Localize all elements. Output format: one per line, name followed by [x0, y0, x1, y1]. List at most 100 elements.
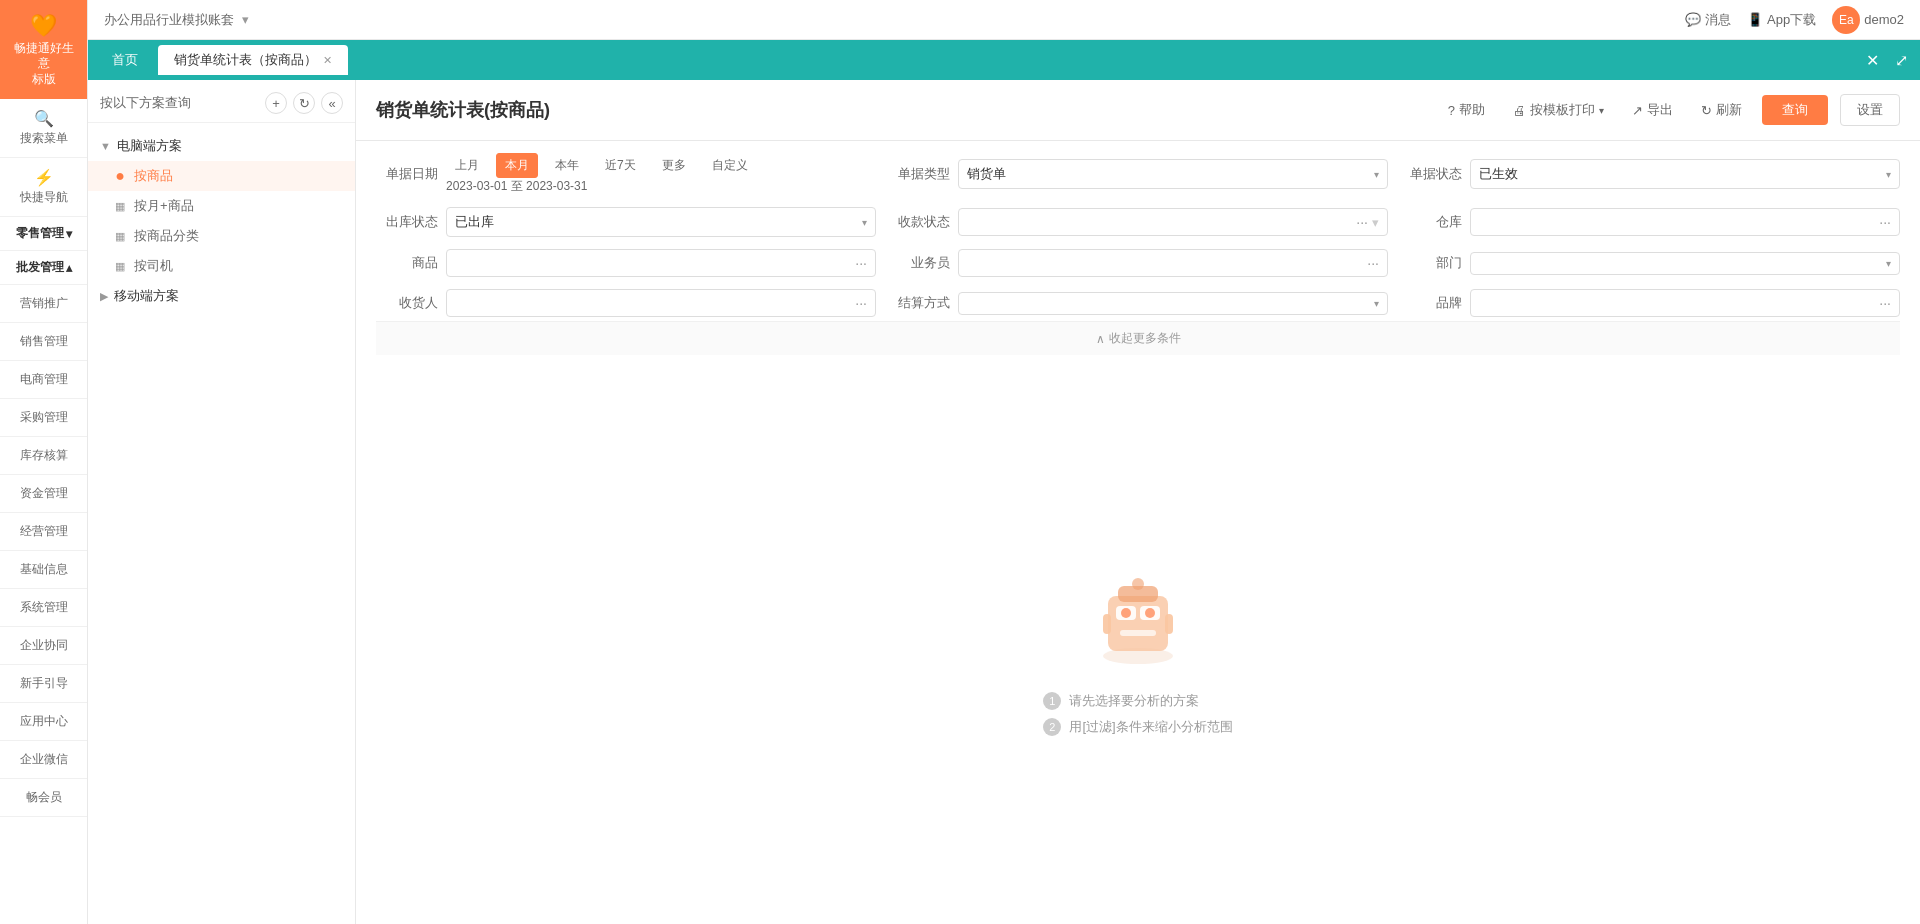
product-control: ··· — [446, 249, 876, 277]
scheme-by-product[interactable]: ● 按商品 — [88, 161, 355, 191]
settlement-arrow-icon: ▾ — [1374, 298, 1379, 309]
recipient-input[interactable]: ··· — [446, 289, 876, 317]
refresh-button[interactable]: ↻ 刷新 — [1693, 97, 1750, 123]
sidebar-item-guide[interactable]: 新手引导 — [0, 665, 87, 703]
template-print-button[interactable]: 🖨 按模板打印 ▾ — [1505, 97, 1612, 123]
salesperson-control: ··· — [958, 249, 1388, 277]
warehouse-input[interactable]: ··· — [1470, 208, 1900, 236]
docstatus-control: 已生效 ▾ — [1470, 159, 1900, 189]
brand-input[interactable]: ··· — [1470, 289, 1900, 317]
refresh-scheme-button[interactable]: ↻ — [293, 92, 315, 114]
tree-desktop-section[interactable]: ▼ 电脑端方案 — [88, 131, 355, 161]
tree-mobile-label: 移动端方案 — [114, 287, 179, 305]
date-btn-more[interactable]: 更多 — [653, 153, 695, 178]
scheme-by-month-product[interactable]: ▦ 按月+商品 — [88, 191, 355, 221]
scheme-by-driver[interactable]: ▦ 按司机 — [88, 251, 355, 281]
filter-product-cell: 商品 ··· — [376, 249, 876, 277]
sidebar-item-wholesale[interactable]: 批发管理 ▴ — [0, 251, 87, 285]
tab-close-button[interactable]: ✕ — [323, 54, 332, 67]
doctype-arrow-icon: ▾ — [1374, 169, 1379, 180]
sidebar-item-apps[interactable]: 应用中心 — [0, 703, 87, 741]
sidebar-item-retail[interactable]: 零售管理 ▾ — [0, 217, 87, 251]
export-button[interactable]: ↗ 导出 — [1624, 97, 1681, 123]
docstatus-select[interactable]: 已生效 ▾ — [1470, 159, 1900, 189]
message-button[interactable]: 💬 消息 — [1685, 11, 1731, 29]
sidebar-item-ecommerce[interactable]: 电商管理 — [0, 361, 87, 399]
app-download-button[interactable]: 📱 App下载 — [1747, 11, 1816, 29]
scheme-active-icon: ● — [112, 168, 128, 184]
sidebar-item-marketing[interactable]: 营销推广 — [0, 285, 87, 323]
scheme-label: 按商品分类 — [134, 227, 199, 245]
tabbar: 首页 销货单统计表（按商品） ✕ ✕ ⤢ — [88, 40, 1920, 80]
stock-value: 已出库 — [455, 213, 494, 231]
left-panel-title: 按以下方案查询 — [100, 94, 191, 112]
sidebar-item-wechat[interactable]: 企业微信 — [0, 741, 87, 779]
tabbar-right-actions: ✕ ⤢ — [1862, 47, 1912, 74]
workspace-dropdown-icon[interactable]: ▾ — [242, 12, 249, 27]
salesperson-input[interactable]: ··· — [958, 249, 1388, 277]
sidebar-item-members[interactable]: 畅会员 — [0, 779, 87, 817]
sidebar-item-inventory[interactable]: 库存核算 — [0, 437, 87, 475]
stock-select[interactable]: 已出库 ▾ — [446, 207, 876, 237]
sidebar-item-operations[interactable]: 经营管理 — [0, 513, 87, 551]
tab-home[interactable]: 首页 — [96, 45, 154, 75]
logo-icon: 🧡 — [8, 12, 79, 41]
tab-close-all-button[interactable]: ✕ — [1862, 47, 1883, 74]
tree-desktop-label: 电脑端方案 — [117, 137, 182, 155]
date-btn-custom[interactable]: 自定义 — [703, 153, 757, 178]
filter-area: 单据日期 上月 本月 本年 近7天 更多 自定义 2023-03-01 至 20… — [356, 141, 1920, 367]
message-icon: 💬 — [1685, 12, 1701, 27]
date-btn-this-year[interactable]: 本年 — [546, 153, 588, 178]
filter-brand-cell: 品牌 ··· — [1400, 289, 1900, 317]
collapse-filter-button[interactable]: ∧ 收起更多条件 — [376, 321, 1900, 355]
print-icon: 🖨 — [1513, 103, 1526, 118]
workspace-info: 办公用品行业模拟账套 ▾ — [104, 11, 249, 29]
filter-doctype-cell: 单据类型 销货单 ▾ — [888, 159, 1388, 189]
settlement-select[interactable]: ▾ — [958, 292, 1388, 315]
docstatus-label: 单据状态 — [1400, 165, 1470, 183]
doctype-select[interactable]: 销货单 ▾ — [958, 159, 1388, 189]
sidebar-item-quick-nav[interactable]: ⚡ 快捷导航 — [0, 158, 87, 217]
warehouse-label: 仓库 — [1400, 213, 1470, 231]
settlement-control: ▾ — [958, 292, 1388, 315]
app-logo[interactable]: 🧡 畅捷通好生意 标版 — [0, 0, 87, 99]
date-btn-last-month[interactable]: 上月 — [446, 153, 488, 178]
app-subtitle: 标版 — [32, 72, 56, 86]
sidebar-item-finance[interactable]: 资金管理 — [0, 475, 87, 513]
sidebar-item-sales[interactable]: 销售管理 — [0, 323, 87, 361]
sidebar-item-system[interactable]: 系统管理 — [0, 589, 87, 627]
page-title: 销货单统计表(按商品) — [376, 98, 550, 122]
filter-docstatus-cell: 单据状态 已生效 ▾ — [1400, 159, 1900, 189]
department-select[interactable]: ▾ — [1470, 252, 1900, 275]
stock-label: 出库状态 — [376, 213, 446, 231]
sidebar-item-purchase[interactable]: 采购管理 — [0, 399, 87, 437]
product-input[interactable]: ··· — [446, 249, 876, 277]
topbar: 办公用品行业模拟账套 ▾ 💬 消息 📱 App下载 Ea demo2 — [88, 0, 1920, 40]
product-label: 商品 — [376, 254, 446, 272]
tree-mobile-section[interactable]: ▶ 移动端方案 — [88, 281, 355, 311]
svg-point-5 — [1145, 608, 1155, 618]
collapse-panel-button[interactable]: « — [321, 92, 343, 114]
tab-maximize-button[interactable]: ⤢ — [1891, 47, 1912, 74]
date-btn-this-month[interactable]: 本月 — [496, 153, 538, 178]
filter-payment-cell: 收款状态 ··· ▾ — [888, 208, 1388, 236]
user-avatar-button[interactable]: Ea demo2 — [1832, 6, 1904, 34]
query-button[interactable]: 查询 — [1762, 95, 1828, 125]
sidebar-item-search-menu[interactable]: 🔍 搜索菜单 — [0, 99, 87, 158]
tab-report[interactable]: 销货单统计表（按商品） ✕ — [158, 45, 348, 75]
settings-button[interactable]: 设置 — [1840, 94, 1900, 126]
filter-row-3: 商品 ··· 业务员 ··· — [376, 249, 1900, 277]
date-control: 上月 本月 本年 近7天 更多 自定义 2023-03-01 至 2023-03… — [446, 153, 876, 195]
sidebar-item-enterprise[interactable]: 企业协同 — [0, 627, 87, 665]
help-button[interactable]: ? 帮助 — [1440, 97, 1493, 123]
department-control: ▾ — [1470, 252, 1900, 275]
scheme-by-category[interactable]: ▦ 按商品分类 — [88, 221, 355, 251]
date-btn-7days[interactable]: 近7天 — [596, 153, 645, 178]
add-scheme-button[interactable]: + — [265, 92, 287, 114]
payment-arrow-icon: ▾ — [1372, 215, 1379, 230]
payment-input[interactable]: ··· ▾ — [958, 208, 1388, 236]
left-panel-actions: + ↻ « — [265, 92, 343, 114]
sidebar-item-basic[interactable]: 基础信息 — [0, 551, 87, 589]
department-label: 部门 — [1400, 254, 1470, 272]
doctype-label: 单据类型 — [888, 165, 958, 183]
